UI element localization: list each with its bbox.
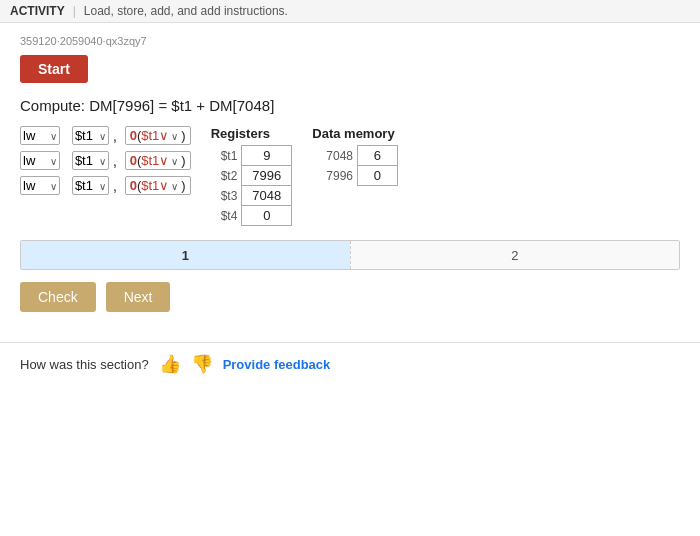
button-row: Check Next bbox=[20, 282, 680, 312]
dm-val-7048: 6 bbox=[357, 146, 397, 166]
reg-name-t4: $t4 bbox=[211, 206, 242, 226]
progress-segment-1: 1 bbox=[21, 241, 350, 269]
offset-reg-select-wrapper-3[interactable]: ∨ bbox=[159, 178, 181, 193]
reg-name-t3: $t3 bbox=[211, 186, 242, 206]
offset-input-2: 0 ( $t1 ∨ ) bbox=[125, 151, 191, 170]
op-select-wrapper-2[interactable]: lwswadd bbox=[20, 151, 60, 170]
reg-select-3[interactable]: $t1$t2$t3 bbox=[72, 176, 109, 195]
op-select-wrapper-3[interactable]: lwswadd bbox=[20, 176, 60, 195]
reg-val-t2: 7996 bbox=[242, 166, 292, 186]
reg-select-wrapper-1[interactable]: $t1$t2$t3 bbox=[72, 126, 109, 145]
main-content: 359120·2059040·qx3zqy7 Start Compute: DM… bbox=[0, 23, 700, 342]
check-button[interactable]: Check bbox=[20, 282, 96, 312]
reg-select-wrapper-2[interactable]: $t1$t2$t3 bbox=[72, 151, 109, 170]
instructions-col: lwswadd $t1$t2$t3 , 0 ( $t1 ∨ bbox=[20, 126, 191, 195]
dm-val-7996: 0 bbox=[357, 166, 397, 186]
thumbs-up-icon[interactable]: 👍 bbox=[159, 353, 181, 375]
activity-id: 359120·2059040·qx3zqy7 bbox=[20, 35, 680, 47]
reg-select-2[interactable]: $t1$t2$t3 bbox=[72, 151, 109, 170]
dm-addr-7996: 7996 bbox=[312, 166, 357, 186]
next-button[interactable]: Next bbox=[106, 282, 171, 312]
compute-label: Compute: DM[7996] = $t1 + DM[7048] bbox=[20, 97, 680, 114]
thumbs-down-icon[interactable]: 👎 bbox=[191, 353, 213, 375]
op-select-2[interactable]: lwswadd bbox=[20, 151, 60, 170]
table-row: $t2 7996 bbox=[211, 166, 292, 186]
reg-val-t1: 9 bbox=[242, 146, 292, 166]
instruction-text: Load, store, add, and add instructions. bbox=[84, 4, 288, 18]
data-memory-table: 7048 6 7996 0 bbox=[312, 145, 398, 186]
reg-select-1[interactable]: $t1$t2$t3 bbox=[72, 126, 109, 145]
table-row: 7996 0 bbox=[312, 166, 397, 186]
offset-reg-select-1[interactable]: ∨ bbox=[159, 128, 181, 143]
registers-col: Registers $t1 9 $t2 7996 $t3 7048 bbox=[211, 126, 293, 226]
reg-name-t2: $t2 bbox=[211, 166, 242, 186]
feedback-bar: How was this section? 👍 👎 Provide feedba… bbox=[0, 342, 700, 385]
feedback-label: How was this section? bbox=[20, 357, 149, 372]
instruction-row-3: lwswadd $t1$t2$t3 , 0 ( $t1 ∨ bbox=[20, 176, 191, 195]
instruction-row-2: lwswadd $t1$t2$t3 , 0 ( $t1 ∨ bbox=[20, 151, 191, 170]
reg-val-t3: 7048 bbox=[242, 186, 292, 206]
progress-segment-2: 2 bbox=[350, 241, 680, 269]
offset-input-1: 0 ( $t1 ∨ ) bbox=[125, 126, 191, 145]
registers-title: Registers bbox=[211, 126, 270, 141]
table-row: $t3 7048 bbox=[211, 186, 292, 206]
reg-select-wrapper-3[interactable]: $t1$t2$t3 bbox=[72, 176, 109, 195]
offset-reg-select-wrapper-2[interactable]: ∨ bbox=[159, 153, 181, 168]
offset-reg-select-3[interactable]: ∨ bbox=[159, 178, 181, 193]
progress-bar: 1 2 bbox=[20, 240, 680, 270]
data-memory-title: Data memory bbox=[312, 126, 394, 141]
op-select-wrapper-1[interactable]: lwswadd bbox=[20, 126, 60, 145]
op-select-3[interactable]: lwswadd bbox=[20, 176, 60, 195]
data-memory-col: Data memory 7048 6 7996 0 bbox=[312, 126, 398, 186]
offset-input-3: 0 ( $t1 ∨ ) bbox=[125, 176, 191, 195]
start-button[interactable]: Start bbox=[20, 55, 88, 83]
table-row: $t4 0 bbox=[211, 206, 292, 226]
instruction-row-1: lwswadd $t1$t2$t3 , 0 ( $t1 ∨ bbox=[20, 126, 191, 145]
table-row: 7048 6 bbox=[312, 146, 397, 166]
dm-addr-7048: 7048 bbox=[312, 146, 357, 166]
top-bar: ACTIVITY | Load, store, add, and add ins… bbox=[0, 0, 700, 23]
separator: | bbox=[73, 4, 76, 18]
table-row: $t1 9 bbox=[211, 146, 292, 166]
provide-feedback-link[interactable]: Provide feedback bbox=[223, 357, 331, 372]
reg-name-t1: $t1 bbox=[211, 146, 242, 166]
offset-reg-select-2[interactable]: ∨ bbox=[159, 153, 181, 168]
instruction-area: lwswadd $t1$t2$t3 , 0 ( $t1 ∨ bbox=[20, 126, 680, 226]
registers-table: $t1 9 $t2 7996 $t3 7048 $t4 0 bbox=[211, 145, 293, 226]
reg-val-t4: 0 bbox=[242, 206, 292, 226]
activity-label: ACTIVITY bbox=[10, 4, 65, 18]
offset-reg-select-wrapper-1[interactable]: ∨ bbox=[159, 128, 181, 143]
op-select-1[interactable]: lwswadd bbox=[20, 126, 60, 145]
